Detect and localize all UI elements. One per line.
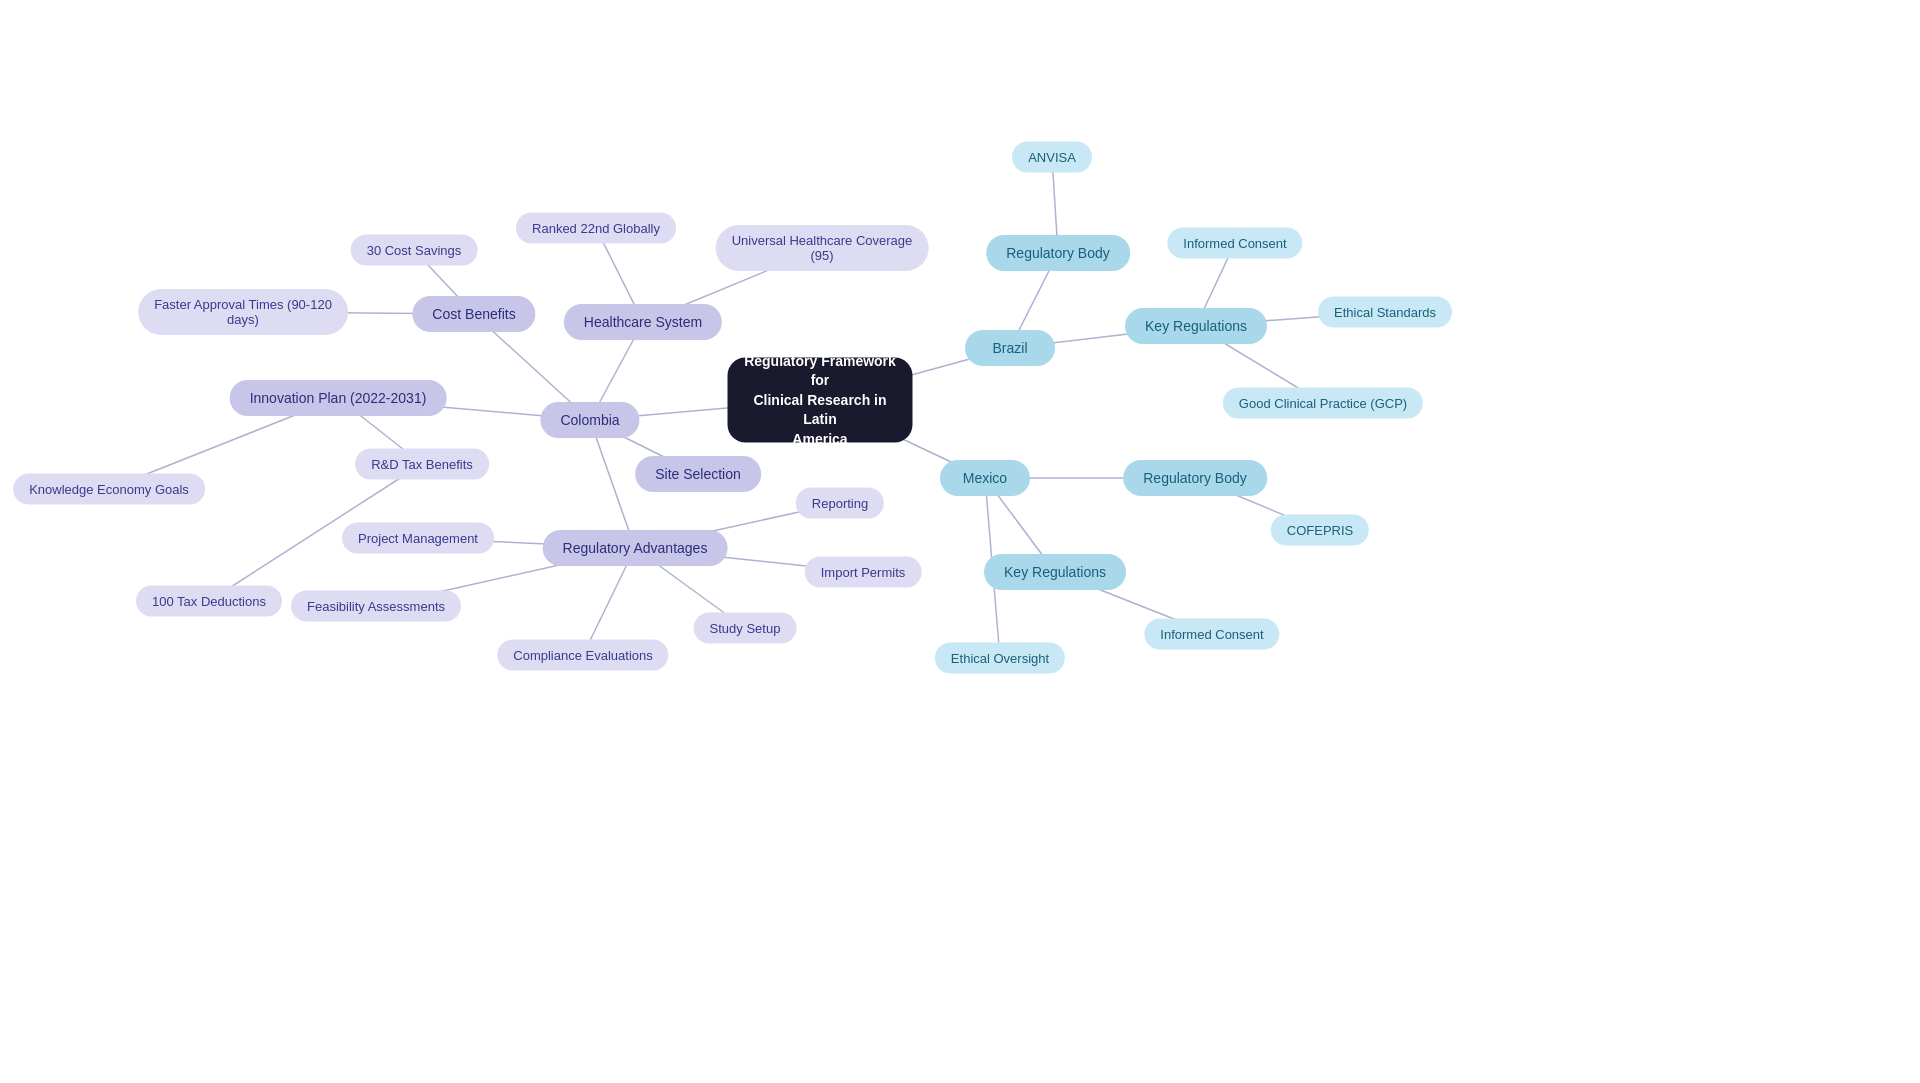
- node-brazil[interactable]: Brazil: [965, 330, 1055, 366]
- node-colombia[interactable]: Colombia: [540, 402, 639, 438]
- node-siteSelection[interactable]: Site Selection: [635, 456, 761, 492]
- node-studySetup[interactable]: Study Setup: [694, 613, 797, 644]
- node-rdTaxBenefits[interactable]: R&D Tax Benefits: [355, 449, 489, 480]
- node-mexicoRegulatoryBody[interactable]: Regulatory Body: [1123, 460, 1267, 496]
- node-ethicalStandards[interactable]: Ethical Standards: [1318, 297, 1452, 328]
- node-importPermits[interactable]: Import Permits: [805, 557, 922, 588]
- node-ranked22[interactable]: Ranked 22nd Globally: [516, 213, 676, 244]
- node-healthcareSystem[interactable]: Healthcare System: [564, 304, 722, 340]
- node-30costSavings[interactable]: 30 Cost Savings: [351, 235, 478, 266]
- node-innovationPlan[interactable]: Innovation Plan (2022-2031): [230, 380, 447, 416]
- node-projectManagement[interactable]: Project Management: [342, 523, 494, 554]
- node-regulatoryAdvantages[interactable]: Regulatory Advantages: [543, 530, 728, 566]
- node-brazilKeyRegs[interactable]: Key Regulations: [1125, 308, 1267, 344]
- node-fasterApproval[interactable]: Faster Approval Times (90-120 days): [138, 289, 348, 335]
- node-informedConsent1[interactable]: Informed Consent: [1167, 228, 1302, 259]
- node-anvisa[interactable]: ANVISA: [1012, 142, 1092, 173]
- node-brazilRegulatoryBody[interactable]: Regulatory Body: [986, 235, 1130, 271]
- node-center[interactable]: Regulatory Framework for Clinical Resear…: [728, 358, 913, 443]
- node-costBenefits[interactable]: Cost Benefits: [412, 296, 535, 332]
- node-informedConsent2[interactable]: Informed Consent: [1144, 619, 1279, 650]
- node-ethicalOversight[interactable]: Ethical Oversight: [935, 643, 1065, 674]
- node-goodClinicalPractice[interactable]: Good Clinical Practice (GCP): [1223, 388, 1423, 419]
- node-100taxDeductions[interactable]: 100 Tax Deductions: [136, 586, 282, 617]
- mindmap-container: Regulatory Framework for Clinical Resear…: [0, 0, 1920, 1083]
- node-mexicoKeyRegs[interactable]: Key Regulations: [984, 554, 1126, 590]
- connections-svg: [0, 0, 1920, 1083]
- svg-line-6: [590, 420, 635, 548]
- node-complianceEvaluations[interactable]: Compliance Evaluations: [497, 640, 668, 671]
- node-cofepris[interactable]: COFEPRIS: [1271, 515, 1369, 546]
- node-mexico[interactable]: Mexico: [940, 460, 1030, 496]
- node-knowledgeEconomy[interactable]: Knowledge Economy Goals: [13, 474, 205, 505]
- node-universalHealthcare[interactable]: Universal Healthcare Coverage (95): [716, 225, 929, 271]
- node-reporting[interactable]: Reporting: [796, 488, 884, 519]
- node-feasibilityAssessments[interactable]: Feasibility Assessments: [291, 591, 461, 622]
